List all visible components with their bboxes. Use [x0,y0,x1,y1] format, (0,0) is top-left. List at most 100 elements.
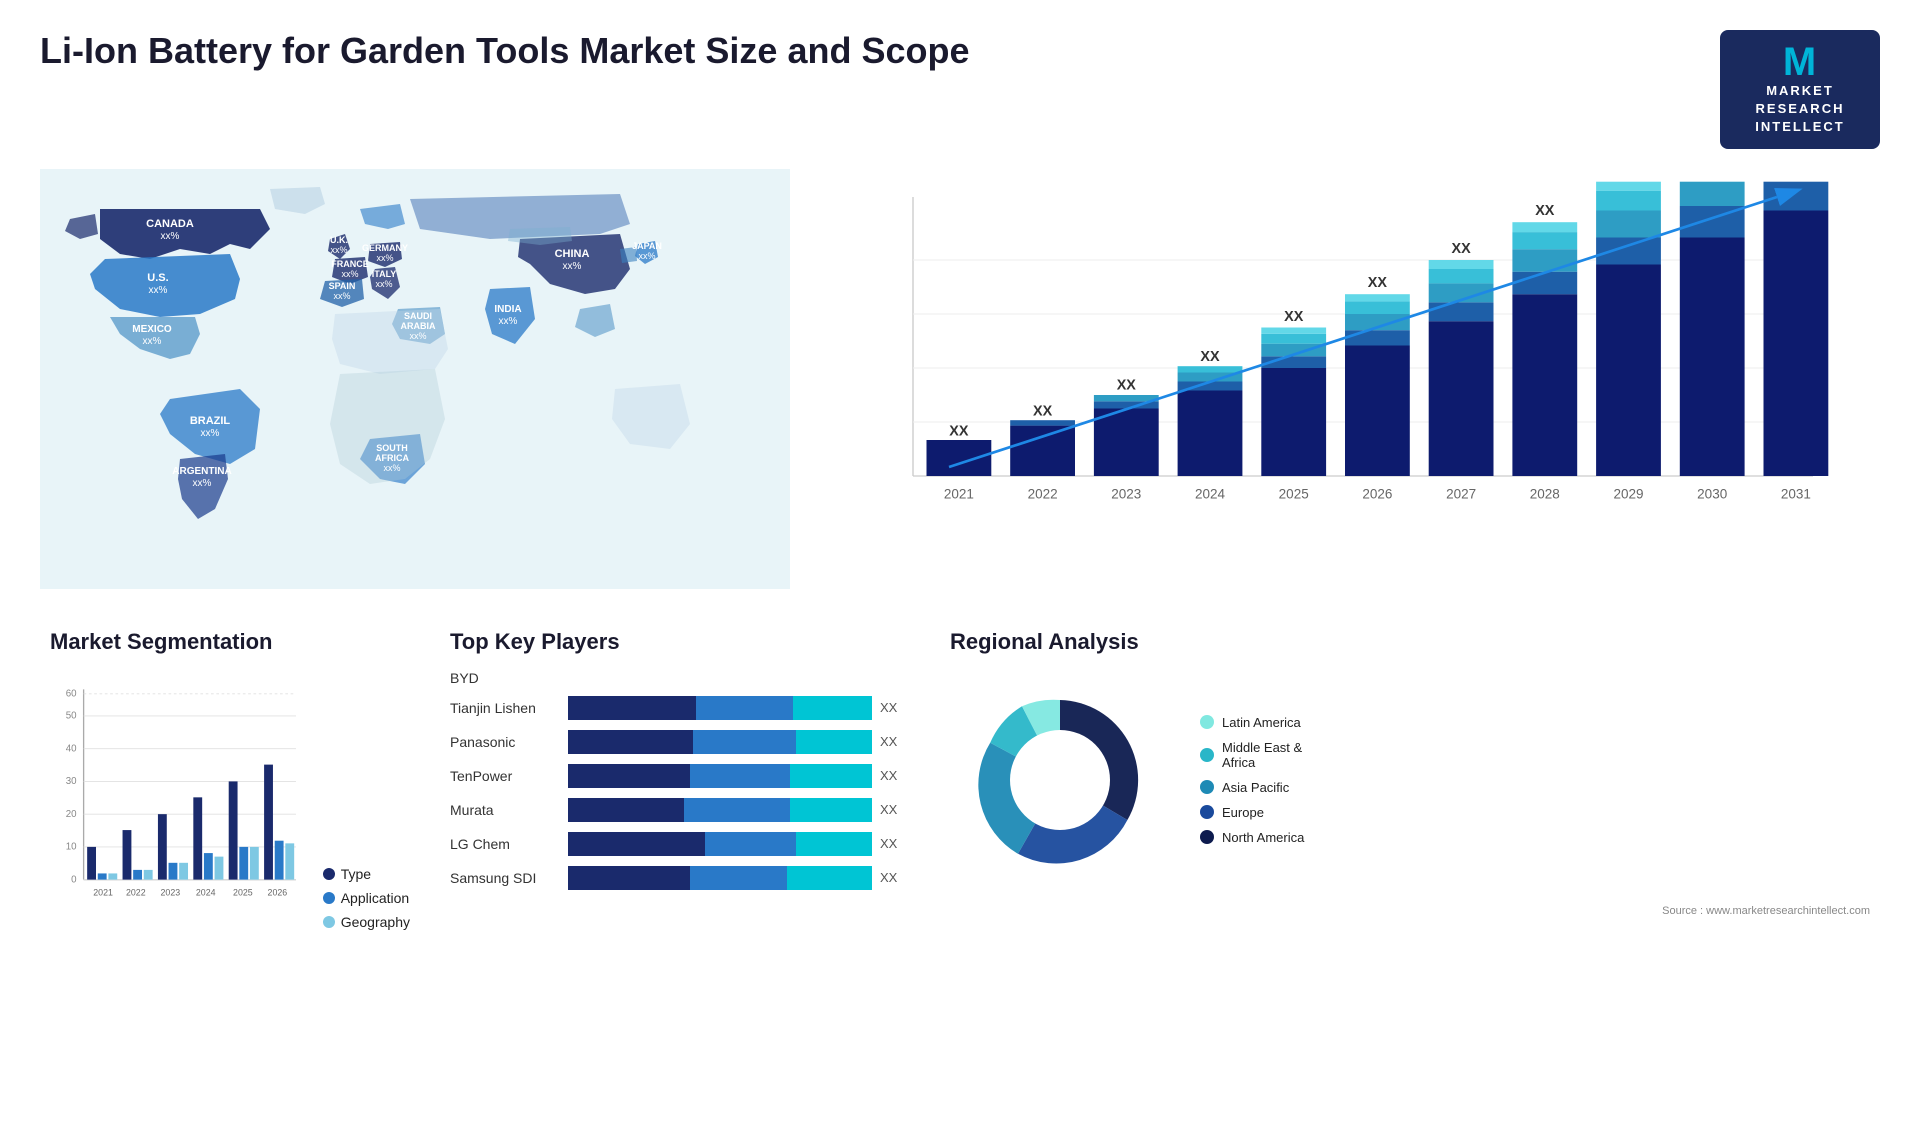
reg-legend-na: North America [1200,830,1304,845]
donut-svg [950,670,1170,890]
bar-chart-svg: XX 2021 XX 2022 XX 2023 XX 2024 [830,179,1860,539]
logo: M MARKET RESEARCH INTELLECT [1720,30,1880,149]
logo-letter: M [1783,42,1817,82]
bar-seg1 [568,696,696,720]
player-bar-samsung [568,866,872,890]
top-row: CANADA xx% U.S. xx% MEXICO xx% BRAZIL xx… [40,169,1880,589]
player-row-lgchem: LG Chem XX [450,832,910,856]
bar-seg3 [796,832,872,856]
reg-legend-apac: Asia Pacific [1200,780,1304,795]
bar-seg2 [690,866,787,890]
legend-dot-geo [323,916,335,928]
svg-text:xx%: xx% [375,279,392,289]
svg-text:JAPAN: JAPAN [632,241,662,251]
reg-dot-europe [1200,805,1214,819]
svg-text:XX: XX [1033,403,1053,419]
player-value-samsung: XX [880,870,910,885]
svg-text:2024: 2024 [196,887,216,897]
svg-text:XX: XX [1117,377,1137,393]
seg-chart-svg: 0 10 20 30 40 50 60 [50,670,298,930]
player-value-tenpower: XX [880,768,910,783]
svg-text:60: 60 [66,688,77,699]
svg-text:CHINA: CHINA [555,248,590,260]
svg-text:XX: XX [949,423,969,439]
player-byd-name: BYD [450,670,479,686]
reg-dot-na [1200,830,1214,844]
svg-text:0: 0 [71,874,77,885]
player-row-murata: Murata XX [450,798,910,822]
svg-text:SPAIN: SPAIN [329,281,356,291]
svg-text:FRANCE: FRANCE [331,259,369,269]
reg-label-europe: Europe [1222,805,1264,820]
svg-text:ARABIA: ARABIA [401,321,436,331]
svg-text:2027: 2027 [1446,486,1476,501]
svg-text:2023: 2023 [161,887,181,897]
svg-text:XX: XX [1451,240,1471,256]
svg-text:xx%: xx% [383,463,400,473]
bar-seg2 [684,798,790,822]
bar-seg3 [790,764,872,788]
svg-text:xx%: xx% [499,316,518,327]
reg-label-na: North America [1222,830,1304,845]
reg-label-apac: Asia Pacific [1222,780,1289,795]
legend-label-geo: Geography [341,914,410,930]
svg-text:2026: 2026 [268,887,288,897]
svg-text:2023: 2023 [1111,486,1141,501]
page-header: Li-Ion Battery for Garden Tools Market S… [40,30,1880,149]
segmentation-section: Market Segmentation 0 10 20 30 [40,619,420,940]
svg-text:2021: 2021 [944,486,974,501]
svg-text:AFRICA: AFRICA [375,453,409,463]
svg-text:2021: 2021 [93,887,113,897]
source-text: Source : www.marketresearchintellect.com [950,905,1870,917]
svg-text:2030: 2030 [1697,486,1727,501]
world-map-svg: CANADA xx% U.S. xx% MEXICO xx% BRAZIL xx… [40,169,790,589]
regional-title: Regional Analysis [950,629,1870,655]
player-row-panasonic: Panasonic XX [450,730,910,754]
svg-text:XX: XX [1284,309,1304,325]
svg-text:ARGENTINA: ARGENTINA [172,466,231,477]
player-name-tianjin: Tianjin Lishen [450,700,560,716]
bar-chart-section: XX 2021 XX 2022 XX 2023 XX 2024 [810,169,1880,589]
svg-text:SOUTH: SOUTH [376,443,408,453]
svg-text:xx%: xx% [201,428,220,439]
svg-text:2025: 2025 [233,887,253,897]
reg-legend-latin: Latin America [1200,715,1304,730]
donut-chart-container [950,670,1170,890]
player-bar-tianjin [568,696,872,720]
bar-seg2 [693,730,796,754]
bar-seg3 [793,696,872,720]
reg-dot-apac [1200,780,1214,794]
player-name-murata: Murata [450,802,560,818]
player-value-tianjin: XX [880,700,910,715]
seg-legend: Type Application Geography [313,866,410,930]
svg-text:GERMANY: GERMANY [362,243,408,253]
legend-label-app: Application [341,890,410,906]
svg-text:2028: 2028 [1530,486,1560,501]
legend-dot-type [323,868,335,880]
bar-seg2 [705,832,796,856]
logo-line2: RESEARCH [1756,100,1845,118]
bar-seg1 [568,730,693,754]
bar-seg1 [568,832,705,856]
svg-text:BRAZIL: BRAZIL [190,415,231,427]
bar-seg2 [696,696,793,720]
svg-text:xx%: xx% [376,253,393,263]
player-name-tenpower: TenPower [450,768,560,784]
svg-text:xx%: xx% [161,231,180,242]
regional-legend: Latin America Middle East &Africa Asia P… [1200,715,1304,845]
bar-seg1 [568,764,690,788]
bottom-row: Market Segmentation 0 10 20 30 [40,619,1880,940]
svg-text:50: 50 [66,710,77,721]
world-map-container: CANADA xx% U.S. xx% MEXICO xx% BRAZIL xx… [40,169,790,589]
bar-seg3 [787,866,872,890]
legend-type: Type [323,866,410,882]
svg-text:xx%: xx% [333,291,350,301]
legend-dot-app [323,892,335,904]
bar-seg3 [796,730,872,754]
bar-seg1 [568,798,684,822]
page-title: Li-Ion Battery for Garden Tools Market S… [40,30,970,72]
players-section: Top Key Players BYD Tianjin Lishen XX Pa… [440,619,920,940]
svg-text:xx%: xx% [638,251,655,261]
svg-text:xx%: xx% [563,261,582,272]
svg-text:XX: XX [1368,275,1388,291]
